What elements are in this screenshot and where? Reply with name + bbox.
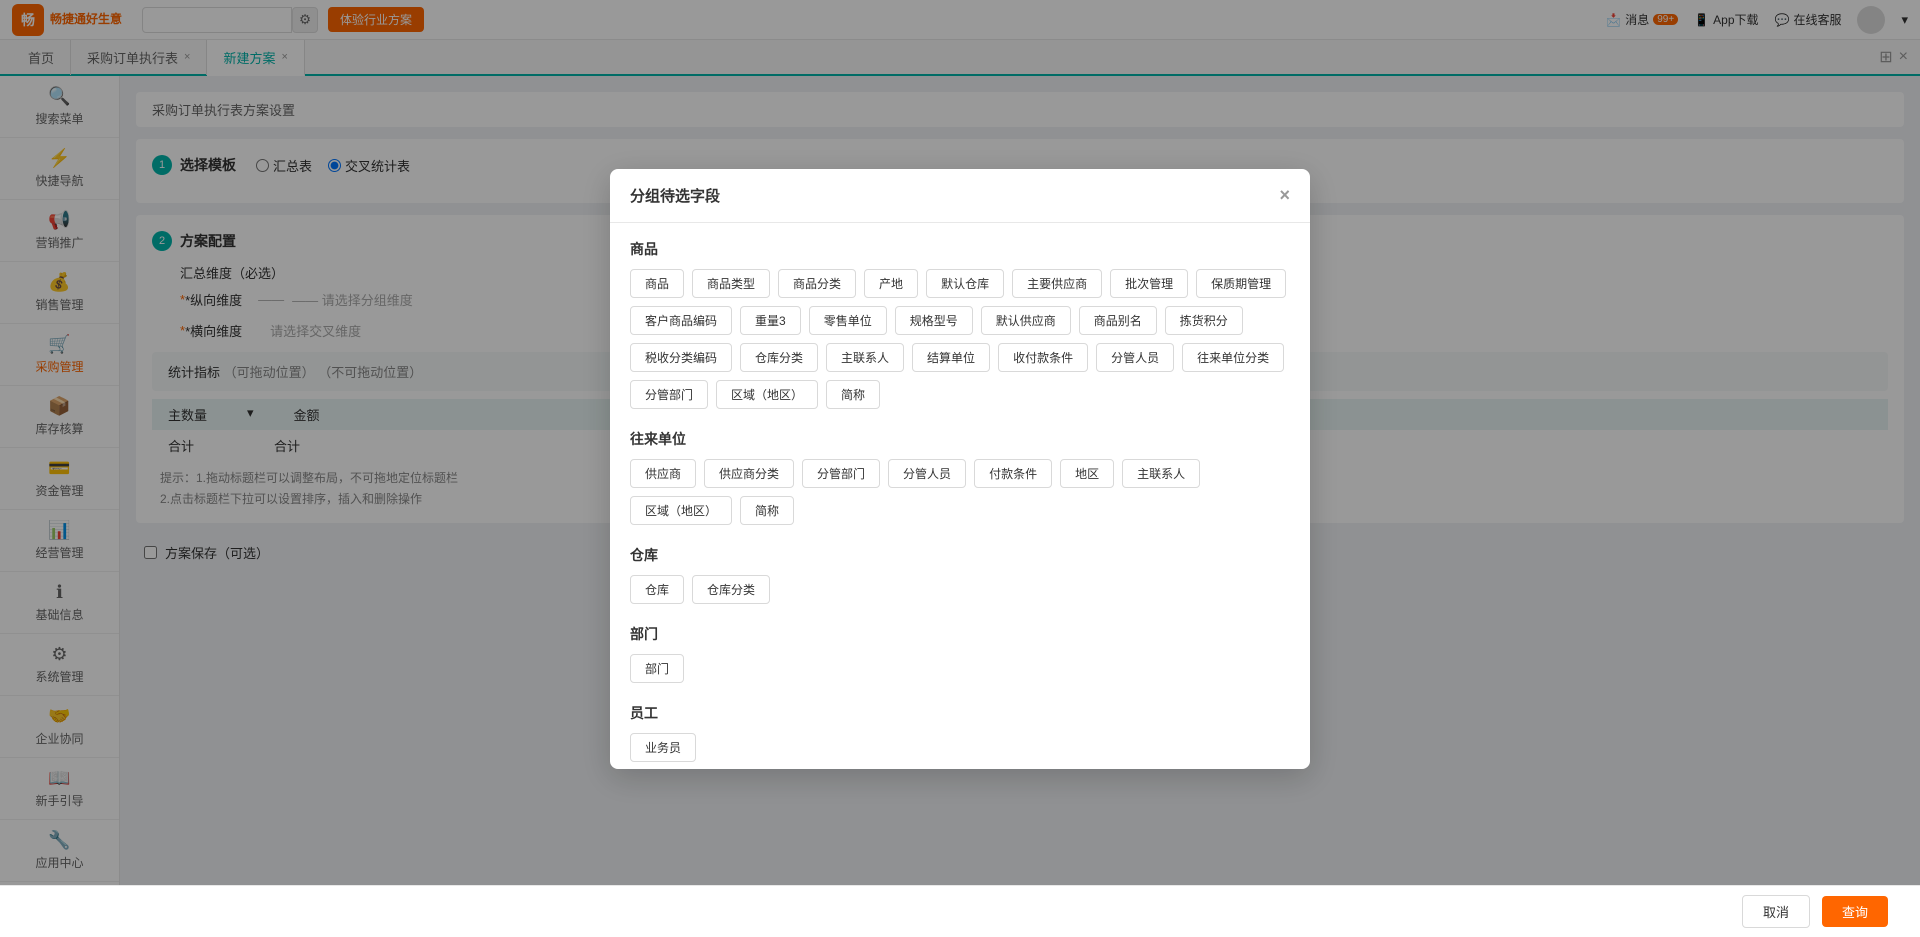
field-tag-product-2[interactable]: 商品分类 (778, 269, 856, 298)
field-tag-partner-3[interactable]: 分管人员 (888, 459, 966, 488)
field-tag-partner-4[interactable]: 付款条件 (974, 459, 1052, 488)
field-tag-partner-7[interactable]: 区域（地区） (630, 496, 732, 525)
field-tag-partner-5[interactable]: 地区 (1060, 459, 1114, 488)
field-tag-product-14[interactable]: 拣货积分 (1165, 306, 1243, 335)
field-group-partner: 往来单位 供应商 供应商分类 分管部门 分管人员 付款条件 地区 主联系人 区域… (630, 429, 1290, 525)
cancel-button[interactable]: 取消 (1742, 895, 1810, 928)
field-select-dialog: 分组待选字段 × 商品 商品 商品类型 商品分类 产地 默认仓库 主要供应商 批… (610, 169, 1310, 769)
field-tags-dept: 部门 (630, 654, 1290, 683)
field-tag-product-0[interactable]: 商品 (630, 269, 684, 298)
field-tags-partner: 供应商 供应商分类 分管部门 分管人员 付款条件 地区 主联系人 区域（地区） … (630, 459, 1290, 525)
field-group-warehouse-title: 仓库 (630, 545, 1290, 565)
field-group-product: 商品 商品 商品类型 商品分类 产地 默认仓库 主要供应商 批次管理 保质期管理… (630, 239, 1290, 409)
field-tag-partner-1[interactable]: 供应商分类 (704, 459, 794, 488)
field-tag-product-4[interactable]: 默认仓库 (926, 269, 1004, 298)
field-tag-product-23[interactable]: 区域（地区） (716, 380, 818, 409)
confirm-button[interactable]: 查询 (1822, 896, 1888, 927)
field-tag-product-18[interactable]: 结算单位 (912, 343, 990, 372)
dialog-overlay: 分组待选字段 × 商品 商品 商品类型 商品分类 产地 默认仓库 主要供应商 批… (0, 0, 1920, 937)
field-tag-partner-8[interactable]: 简称 (740, 496, 794, 525)
field-tag-product-5[interactable]: 主要供应商 (1012, 269, 1102, 298)
field-tag-partner-0[interactable]: 供应商 (630, 459, 696, 488)
field-tag-staff-0[interactable]: 业务员 (630, 733, 696, 762)
field-tag-product-11[interactable]: 规格型号 (895, 306, 973, 335)
field-tag-product-22[interactable]: 分管部门 (630, 380, 708, 409)
field-group-product-title: 商品 (630, 239, 1290, 259)
field-tag-partner-2[interactable]: 分管部门 (802, 459, 880, 488)
field-tag-product-13[interactable]: 商品别名 (1079, 306, 1157, 335)
field-tag-product-9[interactable]: 重量3 (740, 306, 801, 335)
field-group-staff-title: 员工 (630, 703, 1290, 723)
field-group-dept: 部门 部门 (630, 624, 1290, 683)
field-group-dept-title: 部门 (630, 624, 1290, 644)
dialog-close-btn[interactable]: × (1279, 185, 1290, 206)
dialog-title: 分组待选字段 (630, 185, 720, 206)
dialog-header: 分组待选字段 × (610, 169, 1310, 223)
field-tag-product-7[interactable]: 保质期管理 (1196, 269, 1286, 298)
field-tag-product-6[interactable]: 批次管理 (1110, 269, 1188, 298)
field-group-staff: 员工 业务员 (630, 703, 1290, 762)
field-tags-staff: 业务员 (630, 733, 1290, 762)
field-tags-warehouse: 仓库 仓库分类 (630, 575, 1290, 604)
field-tag-product-19[interactable]: 收付款条件 (998, 343, 1088, 372)
field-tag-dept-0[interactable]: 部门 (630, 654, 684, 683)
field-tag-product-17[interactable]: 主联系人 (826, 343, 904, 372)
field-tag-product-20[interactable]: 分管人员 (1096, 343, 1174, 372)
field-group-partner-title: 往来单位 (630, 429, 1290, 449)
footer-bar: 取消 查询 (0, 885, 1920, 937)
field-tag-product-3[interactable]: 产地 (864, 269, 918, 298)
field-tags-product: 商品 商品类型 商品分类 产地 默认仓库 主要供应商 批次管理 保质期管理 客户… (630, 269, 1290, 409)
field-tag-product-10[interactable]: 零售单位 (809, 306, 887, 335)
field-tag-warehouse-1[interactable]: 仓库分类 (692, 575, 770, 604)
field-tag-warehouse-0[interactable]: 仓库 (630, 575, 684, 604)
field-tag-partner-6[interactable]: 主联系人 (1122, 459, 1200, 488)
field-tag-product-8[interactable]: 客户商品编码 (630, 306, 732, 335)
field-group-warehouse: 仓库 仓库 仓库分类 (630, 545, 1290, 604)
dialog-body[interactable]: 商品 商品 商品类型 商品分类 产地 默认仓库 主要供应商 批次管理 保质期管理… (610, 223, 1310, 769)
field-tag-product-15[interactable]: 税收分类编码 (630, 343, 732, 372)
field-tag-product-21[interactable]: 往来单位分类 (1182, 343, 1284, 372)
field-tag-product-1[interactable]: 商品类型 (692, 269, 770, 298)
field-tag-product-16[interactable]: 仓库分类 (740, 343, 818, 372)
field-tag-product-12[interactable]: 默认供应商 (981, 306, 1071, 335)
field-tag-product-24[interactable]: 简称 (826, 380, 880, 409)
